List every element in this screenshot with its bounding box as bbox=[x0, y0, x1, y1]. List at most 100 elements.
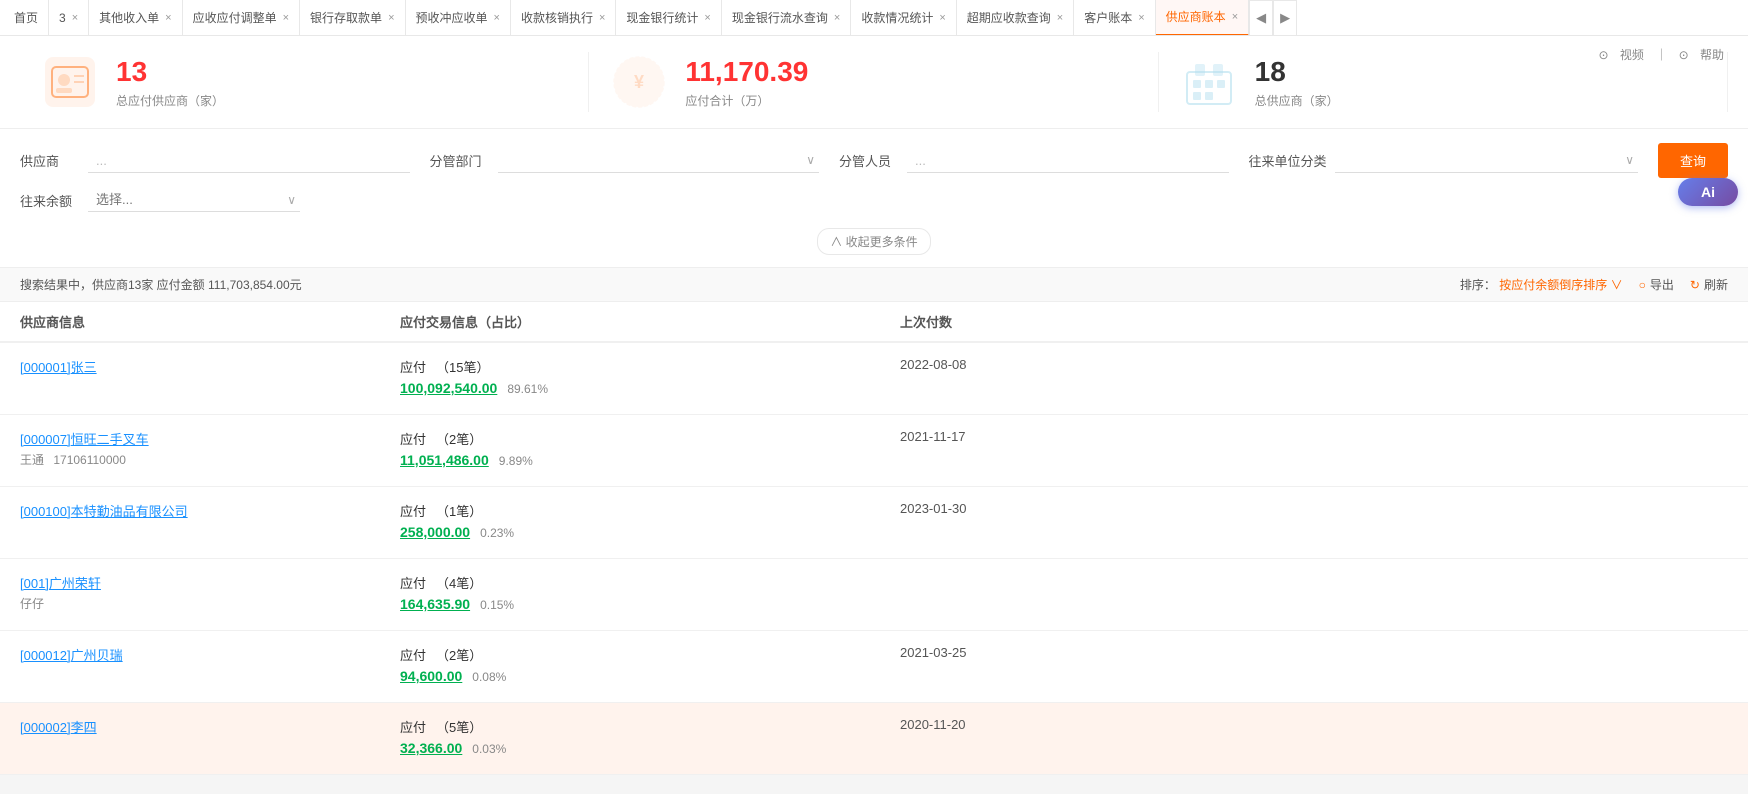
export-button[interactable]: ○ 导出 bbox=[1639, 276, 1674, 293]
nav-tab-customer-ledger-label: 客户账本 bbox=[1084, 9, 1132, 26]
transaction-amount[interactable]: 32,366.00 bbox=[400, 740, 462, 756]
transaction-info: 应付 （5笔） 32,366.00 0.03% bbox=[400, 717, 900, 760]
close-icon[interactable]: × bbox=[494, 12, 500, 24]
nav-tab-home[interactable]: 首页 bbox=[4, 0, 49, 36]
balance-dropdown-arrow[interactable]: ∨ bbox=[287, 193, 300, 207]
close-icon[interactable]: × bbox=[1232, 11, 1238, 23]
close-icon[interactable]: × bbox=[72, 12, 78, 24]
supplier-name: 李四 bbox=[71, 720, 97, 735]
dept-dropdown-arrow[interactable]: ∨ bbox=[806, 153, 819, 167]
filter-row-2: 往来余额 ∨ bbox=[20, 188, 1728, 212]
dept-filter-wrap: ∨ bbox=[498, 149, 820, 173]
payable-suppliers-number: 13 bbox=[116, 56, 224, 88]
supplier-code: [001] bbox=[20, 576, 49, 591]
filter-category: 往来单位分类 ∨ bbox=[1249, 149, 1639, 173]
transaction-amount-line: 258,000.00 0.23% bbox=[400, 524, 900, 540]
balance-filter-input[interactable] bbox=[88, 188, 287, 211]
nav-tab-3[interactable]: 3 × bbox=[49, 0, 89, 36]
table-row: [000001]张三 应付 （15笔） 100,092,540.00 89.61… bbox=[0, 343, 1748, 415]
close-icon[interactable]: × bbox=[939, 12, 945, 24]
filter-row-1: 供应商 分管部门 ∨ 分管人员 往来单位分类 ∨ 查询 bbox=[20, 143, 1728, 178]
sort-value[interactable]: 按应付余额倒序排序 bbox=[1499, 278, 1607, 292]
nav-tab-prepaid-offset-label: 预收冲应收单 bbox=[416, 9, 488, 26]
collapse-button[interactable]: ∧ 收起更多条件 bbox=[817, 228, 930, 255]
filter-supplier: 供应商 bbox=[20, 149, 410, 173]
supplier-link[interactable]: [000100]本特勤油品有限公司 bbox=[20, 501, 400, 520]
nav-tab-receipt-stat[interactable]: 收款情况统计 × bbox=[851, 0, 956, 36]
supplier-link[interactable]: [000007]恒旺二手叉车 bbox=[20, 429, 400, 448]
close-icon[interactable]: × bbox=[283, 12, 289, 24]
transaction-info: 应付 （1笔） 258,000.00 0.23% bbox=[400, 501, 900, 544]
summary-content-payable-total: 11,170.39 应付合计（万） bbox=[685, 56, 808, 109]
refresh-icon: ↻ bbox=[1690, 278, 1700, 292]
last-payment-date: 2023-01-30 bbox=[900, 501, 967, 516]
video-icon: ⊙ bbox=[1598, 48, 1608, 62]
last-payment-date: 2021-03-25 bbox=[900, 645, 967, 660]
transaction-info: 应付 （2笔） 11,051,486.00 9.89% bbox=[400, 429, 900, 472]
nav-tab-bank-deposit[interactable]: 银行存取款单 × bbox=[300, 0, 405, 36]
close-icon[interactable]: × bbox=[165, 12, 171, 24]
transaction-label: 应付 bbox=[400, 645, 426, 664]
last-payment-cell: 2021-11-17 bbox=[900, 429, 1728, 444]
nav-tab-cash-bank-stat[interactable]: 现金银行统计 × bbox=[616, 0, 721, 36]
help-link[interactable]: 帮助 bbox=[1700, 48, 1724, 62]
svg-text:¥: ¥ bbox=[634, 72, 644, 92]
nav-arrow-right[interactable]: ▶ bbox=[1273, 0, 1297, 36]
transaction-line: 应付 （2笔） bbox=[400, 429, 900, 448]
nav-tab-supplier-ledger[interactable]: 供应商账本 × bbox=[1156, 0, 1249, 36]
transaction-percent: 0.23% bbox=[480, 526, 514, 540]
dept-filter-input[interactable] bbox=[498, 149, 807, 172]
transaction-amount[interactable]: 164,635.90 bbox=[400, 596, 470, 612]
transaction-count: （2笔） bbox=[436, 645, 482, 664]
refresh-button[interactable]: ↻ 刷新 bbox=[1690, 276, 1728, 293]
category-dropdown-arrow[interactable]: ∨ bbox=[1625, 153, 1638, 167]
nav-tab-supplier-ledger-label: 供应商账本 bbox=[1166, 8, 1226, 25]
transaction-amount[interactable]: 94,600.00 bbox=[400, 668, 462, 684]
video-link[interactable]: 视频 bbox=[1620, 48, 1644, 62]
sort-arrow-icon[interactable]: ∨ bbox=[1611, 278, 1623, 292]
transaction-amount[interactable]: 258,000.00 bbox=[400, 524, 470, 540]
close-icon[interactable]: × bbox=[1057, 12, 1063, 24]
query-button[interactable]: 查询 bbox=[1658, 143, 1728, 178]
nav-tab-receipt-verify[interactable]: 收款核销执行 × bbox=[511, 0, 616, 36]
top-navigation: 首页 3 × 其他收入单 × 应收应付调整单 × 银行存取款单 × 预收冲应收单… bbox=[0, 0, 1748, 36]
supplier-filter-input[interactable] bbox=[88, 149, 410, 173]
result-summary: 搜索结果中，供应商13家 应付金额 111,703,854.00元 bbox=[20, 276, 302, 293]
transaction-amount[interactable]: 100,092,540.00 bbox=[400, 380, 497, 396]
nav-tab-ar-ap-adjust[interactable]: 应收应付调整单 × bbox=[183, 0, 300, 36]
export-label: 导出 bbox=[1650, 276, 1674, 293]
transaction-label: 应付 bbox=[400, 357, 426, 376]
table-header: 供应商信息 应付交易信息（占比） 上次付数 bbox=[0, 302, 1748, 343]
transaction-line: 应付 （5笔） bbox=[400, 717, 900, 736]
person-filter-input[interactable] bbox=[907, 149, 1229, 173]
ai-button[interactable]: Ai bbox=[1678, 178, 1738, 206]
nav-tab-receipt-stat-label: 收款情况统计 bbox=[861, 9, 933, 26]
nav-tab-prepaid-offset[interactable]: 预收冲应收单 × bbox=[406, 0, 511, 36]
nav-tab-overdue-query[interactable]: 超期应收款查询 × bbox=[957, 0, 1074, 36]
close-icon[interactable]: × bbox=[599, 12, 605, 24]
close-icon[interactable]: × bbox=[388, 12, 394, 24]
supplier-link[interactable]: [000002]李四 bbox=[20, 717, 400, 736]
transaction-percent: 9.89% bbox=[499, 454, 533, 468]
supplier-link[interactable]: [000012]广州贝瑞 bbox=[20, 645, 400, 664]
dept-filter-label: 分管部门 bbox=[430, 151, 490, 170]
nav-tab-cash-flow-query[interactable]: 现金银行流水查询 × bbox=[722, 0, 851, 36]
close-icon[interactable]: × bbox=[704, 12, 710, 24]
nav-arrow-left[interactable]: ◀ bbox=[1249, 0, 1273, 36]
summary-content-total-suppliers: 18 总供应商（家） bbox=[1255, 56, 1339, 109]
supplier-code: [000007] bbox=[20, 432, 71, 447]
transaction-amount[interactable]: 11,051,486.00 bbox=[400, 452, 489, 468]
category-filter-input[interactable] bbox=[1335, 149, 1626, 172]
close-icon[interactable]: × bbox=[834, 12, 840, 24]
table-row: [000007]恒旺二手叉车 王通 17106110000 应付 （2笔） 11… bbox=[0, 415, 1748, 487]
supplier-link[interactable]: [001]广州荣轩 bbox=[20, 573, 400, 592]
nav-tab-other-income[interactable]: 其他收入单 × bbox=[89, 0, 182, 36]
supplier-link[interactable]: [000001]张三 bbox=[20, 357, 400, 376]
supplier-info: [000002]李四 bbox=[20, 717, 400, 739]
balance-filter-label: 往来余额 bbox=[20, 191, 80, 210]
transaction-info: 应付 （2笔） 94,600.00 0.08% bbox=[400, 645, 900, 688]
nav-tab-customer-ledger[interactable]: 客户账本 × bbox=[1074, 0, 1155, 36]
col-header-last-payment: 上次付数 bbox=[900, 312, 1728, 331]
close-icon[interactable]: × bbox=[1138, 12, 1144, 24]
total-suppliers-icon bbox=[1179, 52, 1239, 112]
